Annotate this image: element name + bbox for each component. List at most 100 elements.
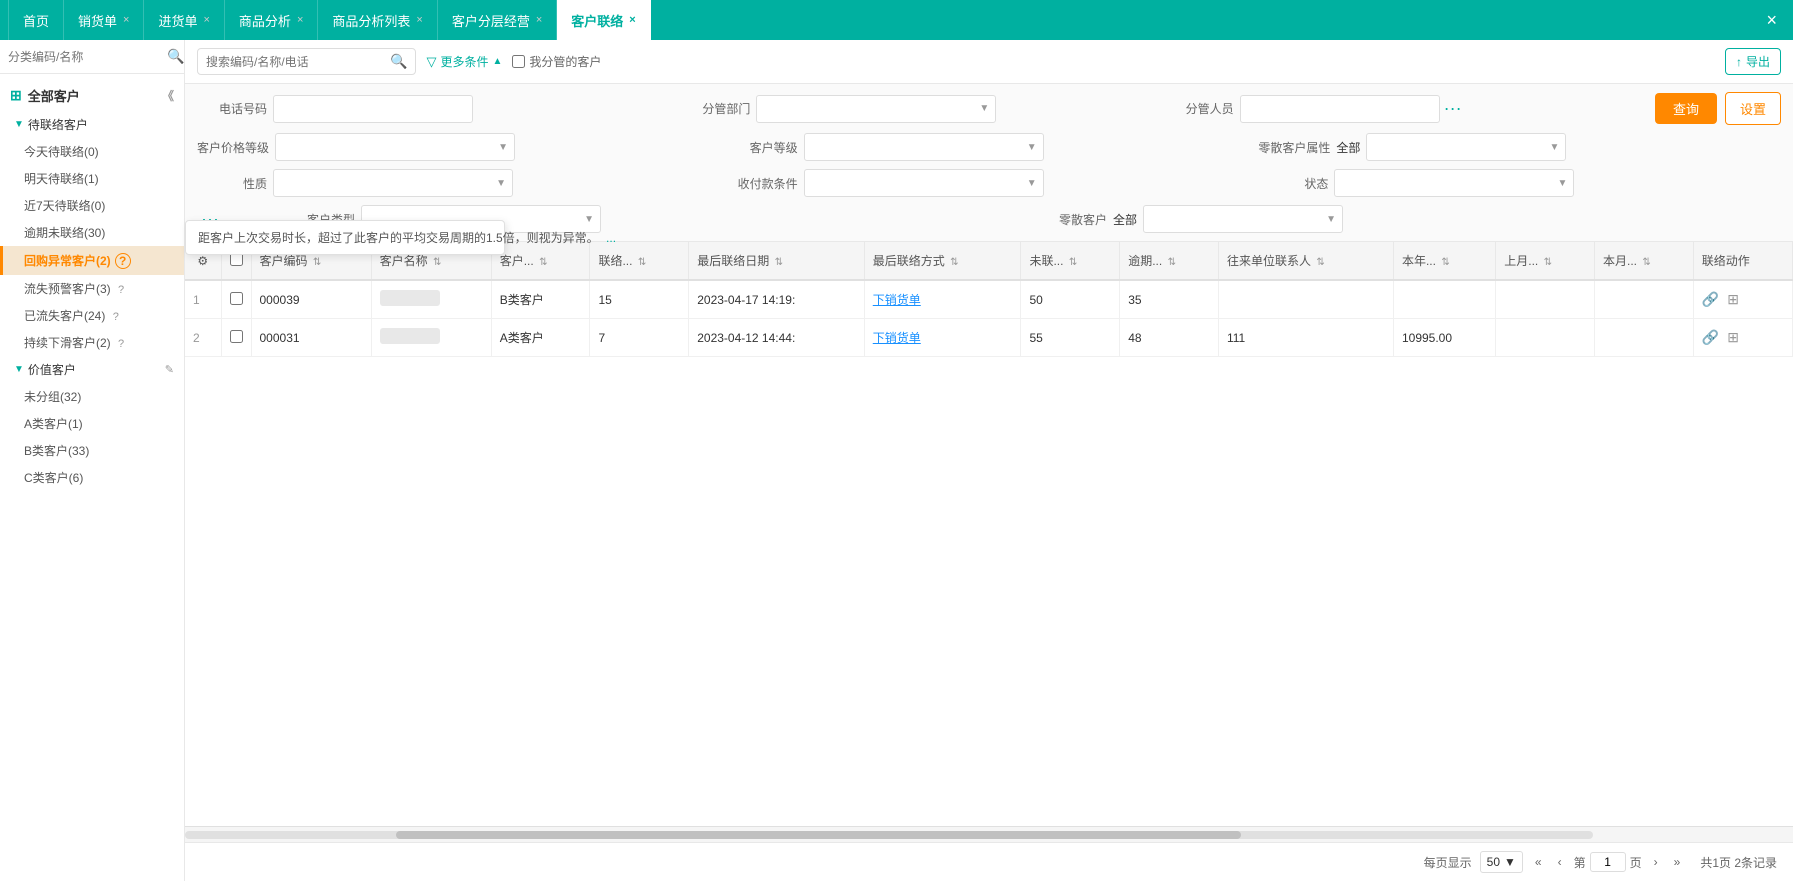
per-page-select[interactable]: 50 ▼ [1480, 851, 1523, 873]
this-year-sort-icon[interactable]: ⇅ [1441, 257, 1449, 268]
close-customer-contact-icon[interactable]: × [629, 14, 635, 26]
payment-terms-select[interactable]: ▼ [804, 169, 1044, 197]
sidebar-item-churned[interactable]: 已流失客户(24) ? [0, 302, 184, 329]
sidebar-item-today[interactable]: 今天待联络(0) [0, 138, 184, 165]
action-grid-icon[interactable]: ⊞ [1727, 291, 1739, 308]
overdue-sort-icon[interactable]: ⇅ [1168, 257, 1176, 268]
query-button[interactable]: 查询 [1655, 93, 1717, 124]
nature-select[interactable]: ▼ [273, 169, 513, 197]
declining-help-icon[interactable]: ? [118, 338, 124, 350]
help-icon[interactable]: ? [115, 253, 131, 269]
collapse-icon[interactable]: 《 [162, 87, 174, 104]
contact-person-sort-icon[interactable]: ⇅ [1316, 257, 1324, 268]
dept-select[interactable]: ▼ [756, 95, 996, 123]
person-select[interactable] [1240, 95, 1440, 123]
global-close-button[interactable]: × [1758, 10, 1785, 31]
cell-this-year [1393, 280, 1495, 319]
table-row: 2 000031 A类客户 7 2023-04-12 14:44: 下销货单 5… [185, 319, 1793, 357]
last-date-sort-icon[interactable]: ⇅ [775, 257, 783, 268]
filter-status: 状态 ▼ [1258, 169, 1781, 197]
filter-row-1: 电话号码 分管部门 ▼ 分管人员 ··· [197, 92, 1781, 125]
nav-purchase-order[interactable]: 进货单 × [144, 0, 224, 40]
cell-check[interactable] [221, 280, 251, 319]
cell-check[interactable] [221, 319, 251, 357]
retail-attr-select[interactable]: ▼ [1366, 133, 1566, 161]
nav-product-analysis[interactable]: 商品分析 × [225, 0, 318, 40]
last-month-sort-icon[interactable]: ⇅ [1544, 257, 1552, 268]
export-button[interactable]: ↑ 导出 [1725, 48, 1781, 75]
close-sales-icon[interactable]: × [123, 14, 129, 26]
sidebar-item-a-class[interactable]: A类客户(1) [0, 410, 184, 437]
settings-button[interactable]: 设置 [1725, 92, 1781, 125]
name-sort-icon[interactable]: ⇅ [433, 257, 441, 268]
nav-home[interactable]: 首页 [8, 0, 64, 40]
this-month-sort-icon[interactable]: ⇅ [1642, 257, 1650, 268]
unlisted-sort-icon[interactable]: ⇅ [1069, 257, 1077, 268]
customer-level-select[interactable]: ▼ [804, 133, 1044, 161]
sidebar-item-b-class[interactable]: B类客户(33) [0, 437, 184, 464]
nav-customer-contact[interactable]: 客户联络 × [557, 0, 650, 40]
price-level-select[interactable]: ▼ [275, 133, 515, 161]
search-icon[interactable]: 🔍 [390, 53, 407, 70]
sidebar-search-input[interactable] [8, 50, 163, 64]
phone-input[interactable] [273, 95, 473, 123]
search-input[interactable] [206, 55, 386, 69]
next-page-button[interactable]: › [1650, 853, 1662, 871]
action-link-icon[interactable]: 🔗 [1702, 329, 1719, 346]
churned-help-icon[interactable]: ? [113, 311, 119, 323]
action-grid-icon[interactable]: ⊞ [1727, 329, 1739, 346]
more-conditions-btn[interactable]: ▽ 更多条件 ▲ [426, 53, 502, 70]
cell-last-date: 2023-04-17 14:19: [689, 280, 865, 319]
retail-customer-select[interactable]: ▼ [1143, 205, 1343, 233]
close-product-list-icon[interactable]: × [416, 14, 422, 26]
scrollbar-thumb[interactable] [396, 831, 1241, 839]
customer-level-arrow-icon: ▼ [1027, 142, 1037, 153]
sidebar-item-7days[interactable]: 近7天待联络(0) [0, 192, 184, 219]
cell-last-method[interactable]: 下销货单 [864, 280, 1021, 319]
cell-actions: 🔗 ⊞ [1693, 280, 1792, 319]
sidebar-item-tomorrow[interactable]: 明天待联络(1) [0, 165, 184, 192]
cell-this-year: 10995.00 [1393, 319, 1495, 357]
close-customer-seg-icon[interactable]: × [536, 14, 542, 26]
churn-help-icon[interactable]: ? [118, 284, 124, 296]
status-select[interactable]: ▼ [1334, 169, 1574, 197]
sidebar-item-overdue[interactable]: 逾期未联络(30) [0, 219, 184, 246]
top-nav: 首页 销货单 × 进货单 × 商品分析 × 商品分析列表 × 客户分层经营 × … [0, 0, 1793, 40]
nav-customer-segmentation[interactable]: 客户分层经营 × [438, 0, 557, 40]
prev-page-button[interactable]: ‹ [1554, 853, 1566, 871]
tooltip-dots[interactable]: ... [606, 231, 616, 245]
code-sort-icon[interactable]: ⇅ [313, 257, 321, 268]
sidebar-item-c-class[interactable]: C类客户(6) [0, 464, 184, 491]
sidebar-group-value[interactable]: ▼ 价值客户 ✎ [0, 356, 184, 383]
sidebar-item-declining[interactable]: 持续下滑客户(2) ? [0, 329, 184, 356]
contact-count-sort-icon[interactable]: ⇅ [638, 257, 646, 268]
sidebar-item-abnormal-repurchase[interactable]: 回购异常客户(2) ? [0, 246, 184, 275]
grid-icon: ⊞ [10, 87, 22, 104]
type-sort-icon[interactable]: ⇅ [539, 257, 547, 268]
edit-value-group-icon[interactable]: ✎ [165, 363, 174, 376]
sidebar-group-pending[interactable]: ▼ 待联络客户 [0, 111, 184, 138]
triangle-icon: ▼ [14, 119, 24, 130]
my-customers-checkbox[interactable] [512, 55, 525, 68]
first-page-button[interactable]: « [1531, 853, 1546, 871]
sidebar-item-churn-warning[interactable]: 流失预警客户(3) ? [0, 275, 184, 302]
nav-sales-order[interactable]: 销货单 × [64, 0, 144, 40]
nav-product-analysis-list[interactable]: 商品分析列表 × [318, 0, 437, 40]
sidebar-item-ungroup[interactable]: 未分组(32) [0, 383, 184, 410]
person-dots[interactable]: ··· [1440, 98, 1466, 119]
customer-level-label: 客户等级 [728, 139, 798, 156]
horizontal-scrollbar[interactable] [185, 831, 1593, 839]
page-info: 第 页 [1574, 852, 1642, 872]
cell-num: 2 [185, 319, 221, 357]
my-customers-check[interactable]: 我分管的客户 [512, 53, 601, 70]
page-number-input[interactable] [1590, 852, 1626, 872]
close-purchase-icon[interactable]: × [203, 14, 209, 26]
last-page-button[interactable]: » [1670, 853, 1685, 871]
last-method-sort-icon[interactable]: ⇅ [950, 257, 958, 268]
close-product-analysis-icon[interactable]: × [297, 14, 303, 26]
sidebar-search-icon[interactable]: 🔍 [167, 48, 184, 65]
all-customers-title[interactable]: ⊞ 全部客户 《 [0, 80, 184, 111]
filter-dept: 分管部门 ▼ [680, 95, 1155, 123]
cell-last-method[interactable]: 下销货单 [864, 319, 1021, 357]
action-link-icon[interactable]: 🔗 [1702, 291, 1719, 308]
